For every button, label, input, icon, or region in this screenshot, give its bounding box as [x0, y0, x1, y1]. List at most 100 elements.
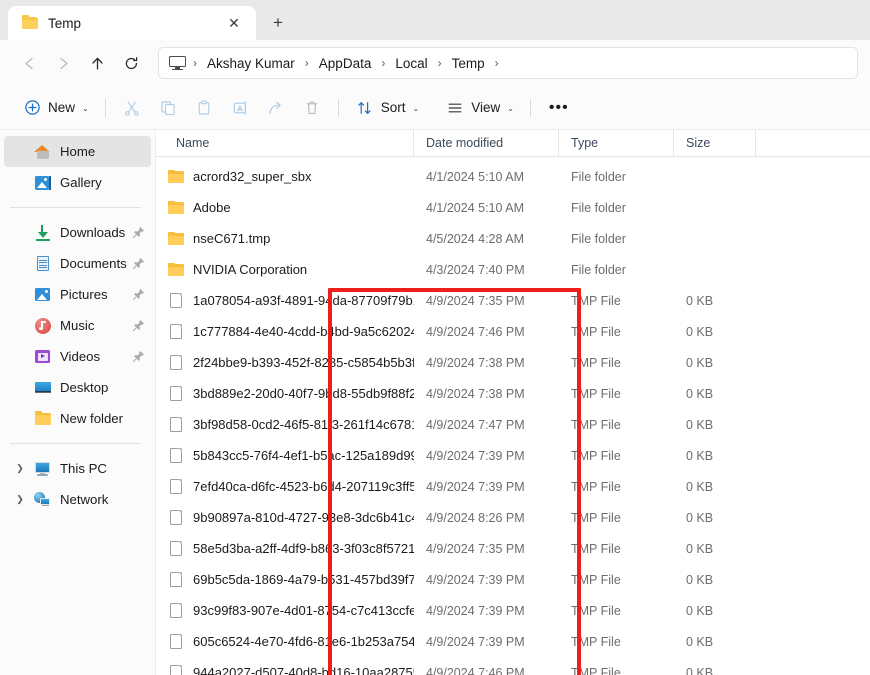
- file-name-cell[interactable]: 1c777884-4e40-4cdd-b4bd-9a5c6202455…: [156, 323, 414, 340]
- sidebar-item-label: Home: [60, 144, 96, 159]
- table-row[interactable]: 69b5c5da-1869-4a79-b531-457bd39f7c74… 4/9…: [156, 564, 870, 595]
- sidebar-item-network[interactable]: ❯ Network: [4, 484, 151, 515]
- file-name-cell[interactable]: 3bf98d58-0cd2-46f5-81f3-261f14c67813.t…: [156, 416, 414, 433]
- table-row[interactable]: 1c777884-4e40-4cdd-b4bd-9a5c6202455… 4/9/…: [156, 316, 870, 347]
- sidebar-item-music[interactable]: ▸ Music: [4, 310, 151, 341]
- column-header-type[interactable]: Type: [559, 130, 674, 156]
- file-icon: [168, 509, 184, 526]
- table-row[interactable]: NVIDIA Corporation 4/3/2024 7:40 PM File f…: [156, 254, 870, 285]
- file-name-cell[interactable]: 1a078054-a93f-4891-94da-87709f79b184.t…: [156, 292, 414, 309]
- breadcrumb-akshay-kumar[interactable]: Akshay Kumar: [199, 52, 303, 75]
- pc-icon[interactable]: [169, 55, 187, 71]
- file-name-cell[interactable]: 3bd889e2-20d0-40f7-9bd8-55db9f88f24a.…: [156, 385, 414, 402]
- breadcrumb-temp[interactable]: Temp: [444, 52, 493, 75]
- column-header-date-modified[interactable]: Date modified: [414, 130, 559, 156]
- file-name-cell[interactable]: 9b90897a-810d-4727-93e8-3dc6b41c41a6…: [156, 509, 414, 526]
- file-name-cell[interactable]: 69b5c5da-1869-4a79-b531-457bd39f7c74…: [156, 571, 414, 588]
- file-icon: [168, 416, 184, 433]
- pin-icon[interactable]: [132, 226, 145, 239]
- sort-button[interactable]: Sort ⌄: [347, 92, 427, 124]
- view-icon: [445, 98, 465, 118]
- file-name-cell[interactable]: 5b843cc5-76f4-4ef1-b5ac-125a189d9917.…: [156, 447, 414, 464]
- sidebar-item-videos[interactable]: ▸ Videos: [4, 341, 151, 372]
- tab-temp[interactable]: Temp ✕: [8, 6, 256, 40]
- forward-icon[interactable]: [46, 47, 80, 79]
- file-name-cell[interactable]: 7efd40ca-d6fc-4523-b6d4-207119c3ff5a.t…: [156, 478, 414, 495]
- paste-button[interactable]: [186, 92, 222, 124]
- file-name-cell[interactable]: 605c6524-4e70-4fd6-81e6-1b253a754310.…: [156, 633, 414, 650]
- table-row[interactable]: 3bf98d58-0cd2-46f5-81f3-261f14c67813.t… 4…: [156, 409, 870, 440]
- clipboard-icon: [194, 98, 214, 118]
- sidebar-item-home[interactable]: ▸ Home: [4, 136, 151, 167]
- table-row[interactable]: 9b90897a-810d-4727-93e8-3dc6b41c41a6… 4/9…: [156, 502, 870, 533]
- new-tab-button[interactable]: +: [260, 8, 296, 38]
- view-button[interactable]: View ⌄: [437, 92, 522, 124]
- delete-button[interactable]: [294, 92, 330, 124]
- sidebar-item-label: Pictures: [60, 287, 108, 302]
- new-button[interactable]: New ⌄: [14, 92, 97, 124]
- more-options-button[interactable]: •••: [539, 92, 579, 124]
- tab-strip: Temp ✕ +: [0, 0, 870, 40]
- refresh-icon[interactable]: [114, 47, 148, 79]
- sidebar-item-pictures[interactable]: ▸ Pictures: [4, 279, 151, 310]
- file-name-cell[interactable]: 93c99f83-907e-4d01-8754-c7c413ccfe84.t…: [156, 602, 414, 619]
- file-name-cell[interactable]: 58e5d3ba-a2ff-4df9-b863-3f03c8f57213.t…: [156, 540, 414, 557]
- file-name-cell[interactable]: nseC671.tmp: [156, 230, 414, 247]
- rename-button[interactable]: A: [222, 92, 258, 124]
- file-name-label: nseC671.tmp: [193, 231, 271, 246]
- file-name-cell[interactable]: 944a2027-d507-40d8-bd16-10aa28755964: [156, 664, 414, 675]
- sidebar-item-documents[interactable]: ▸ Documents: [4, 248, 151, 279]
- table-row[interactable]: 5b843cc5-76f4-4ef1-b5ac-125a189d9917.… 4/…: [156, 440, 870, 471]
- table-row[interactable]: 605c6524-4e70-4fd6-81e6-1b253a754310.… 4/…: [156, 626, 870, 657]
- table-row[interactable]: 7efd40ca-d6fc-4523-b6d4-207119c3ff5a.t… 4…: [156, 471, 870, 502]
- file-date-modified: 4/9/2024 7:39 PM: [426, 448, 525, 463]
- copy-button[interactable]: [150, 92, 186, 124]
- cut-button[interactable]: [114, 92, 150, 124]
- table-row[interactable]: 944a2027-d507-40d8-bd16-10aa28755964 4/9/…: [156, 657, 870, 675]
- breadcrumb-separator[interactable]: ›: [379, 56, 387, 70]
- file-name-label: 1c777884-4e40-4cdd-b4bd-9a5c6202455…: [193, 324, 414, 339]
- file-name-cell[interactable]: Adobe: [156, 199, 414, 216]
- file-name-cell[interactable]: 2f24bbe9-b393-452f-8285-c5854b5b3f15.…: [156, 354, 414, 371]
- file-date-modified: 4/9/2024 7:39 PM: [426, 634, 525, 649]
- chevron-right-icon[interactable]: ❯: [12, 463, 28, 474]
- chevron-right-icon[interactable]: ❯: [12, 494, 28, 505]
- file-icon: [168, 664, 184, 675]
- breadcrumb-separator[interactable]: ›: [493, 56, 501, 70]
- pin-icon[interactable]: [132, 350, 145, 363]
- column-header-size[interactable]: Size: [674, 130, 756, 156]
- table-row[interactable]: Adobe 4/1/2024 5:10 AM File folder: [156, 192, 870, 223]
- file-name-cell[interactable]: acrord32_super_sbx: [156, 168, 414, 185]
- back-icon[interactable]: [12, 47, 46, 79]
- breadcrumb-local[interactable]: Local: [387, 52, 435, 75]
- sidebar-divider: [10, 207, 141, 208]
- breadcrumb-separator[interactable]: ›: [436, 56, 444, 70]
- up-icon[interactable]: [80, 47, 114, 79]
- share-button[interactable]: [258, 92, 294, 124]
- close-icon[interactable]: ✕: [222, 11, 246, 35]
- pin-icon[interactable]: [132, 288, 145, 301]
- pc-icon: [34, 460, 51, 477]
- pin-icon[interactable]: [132, 257, 145, 270]
- file-name-cell[interactable]: NVIDIA Corporation: [156, 261, 414, 278]
- sidebar-item-desktop[interactable]: ▸ Desktop: [4, 372, 151, 403]
- sidebar-item-downloads[interactable]: ▸ Downloads: [4, 217, 151, 248]
- table-row[interactable]: 2f24bbe9-b393-452f-8285-c5854b5b3f15.… 4/…: [156, 347, 870, 378]
- table-row[interactable]: 3bd889e2-20d0-40f7-9bd8-55db9f88f24a.… 4/…: [156, 378, 870, 409]
- sidebar-item-gallery[interactable]: ▸ Gallery: [4, 167, 151, 198]
- table-row[interactable]: 93c99f83-907e-4d01-8754-c7c413ccfe84.t… 4…: [156, 595, 870, 626]
- breadcrumb-appdata[interactable]: AppData: [311, 52, 380, 75]
- breadcrumb-separator[interactable]: ›: [303, 56, 311, 70]
- sidebar-item-this-pc[interactable]: ❯ This PC: [4, 453, 151, 484]
- address-bar[interactable]: › Akshay Kumar › AppData › Local › Temp …: [158, 47, 858, 79]
- table-row[interactable]: 58e5d3ba-a2ff-4df9-b863-3f03c8f57213.t… 4…: [156, 533, 870, 564]
- breadcrumb-separator[interactable]: ›: [191, 56, 199, 70]
- sidebar-item-new-folder[interactable]: ▸ New folder: [4, 403, 151, 434]
- file-name-label: 1a078054-a93f-4891-94da-87709f79b184.t…: [193, 293, 414, 308]
- file-size: 0 KB: [686, 572, 714, 587]
- pin-icon[interactable]: [132, 319, 145, 332]
- file-date-modified: 4/9/2024 7:38 PM: [426, 355, 525, 370]
- table-row[interactable]: 1a078054-a93f-4891-94da-87709f79b184.t… 4…: [156, 285, 870, 316]
- table-row[interactable]: acrord32_super_sbx 4/1/2024 5:10 AM File f…: [156, 161, 870, 192]
- table-row[interactable]: nseC671.tmp 4/5/2024 4:28 AM File folder: [156, 223, 870, 254]
